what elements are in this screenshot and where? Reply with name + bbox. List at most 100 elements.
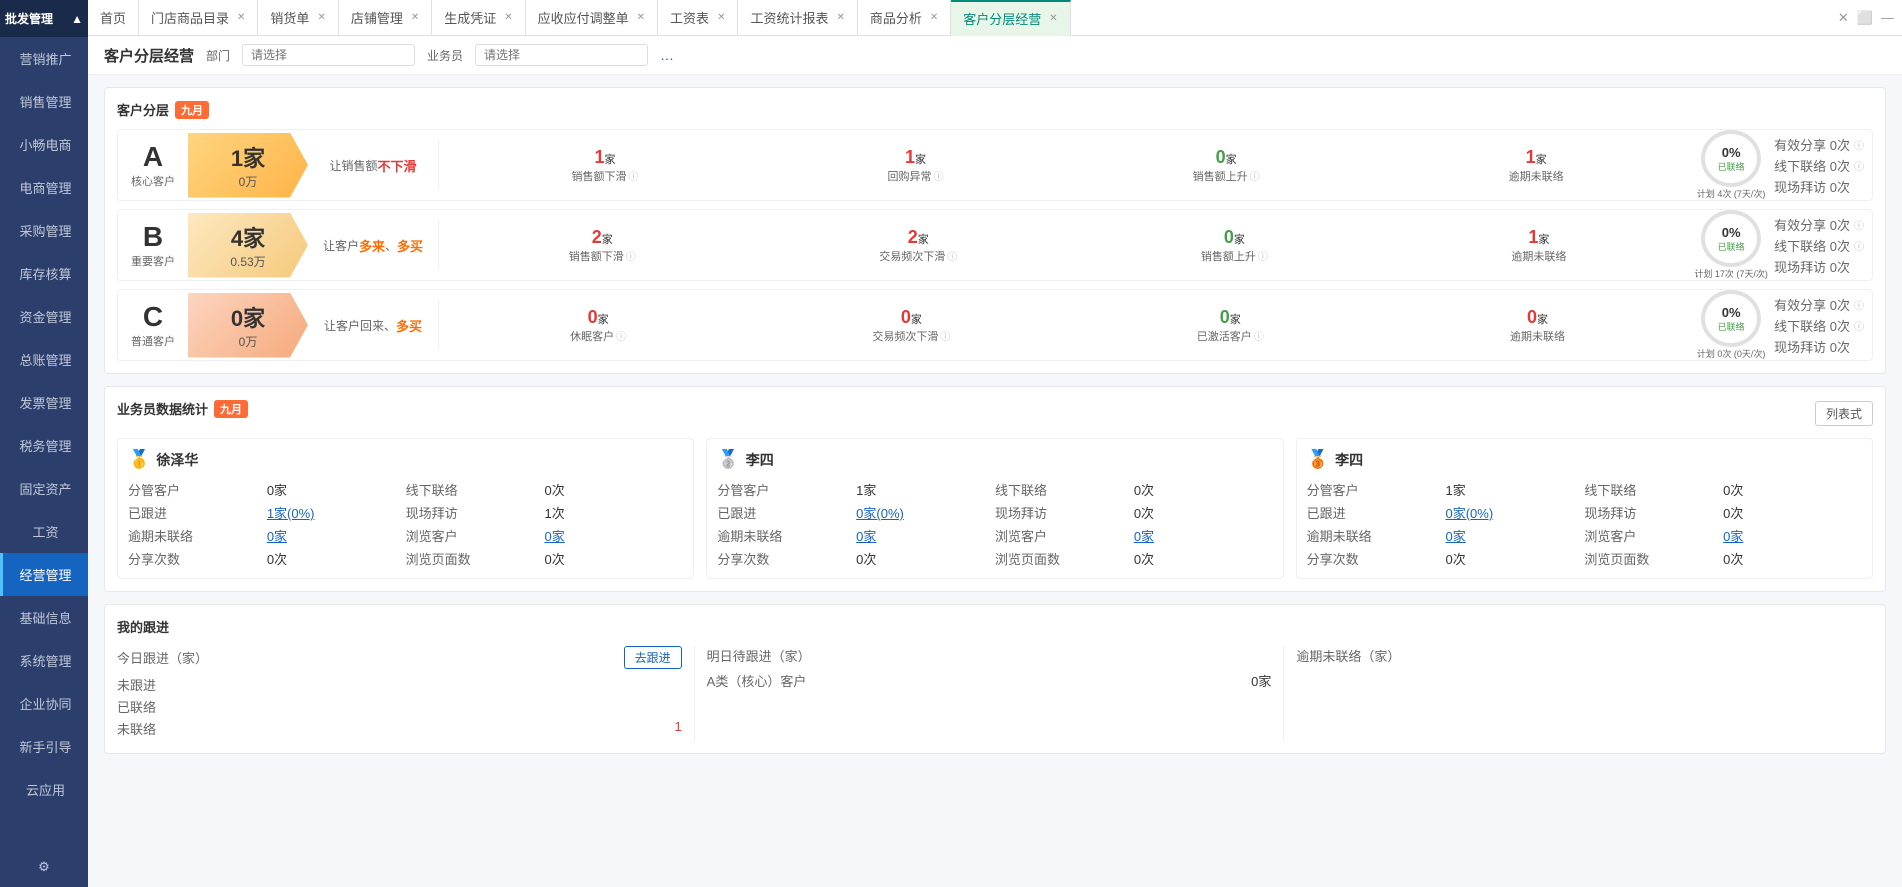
stat-b4[interactable]: 1家 逾期未联络 bbox=[1503, 227, 1574, 264]
stat-c1[interactable]: 0家 休眠客户 ⓘ bbox=[562, 307, 634, 344]
tab-store-mgmt[interactable]: 店铺管理✕ bbox=[339, 0, 432, 36]
sidebar-settings[interactable]: ⚙ bbox=[0, 847, 88, 887]
sidebar-expand-icon: ▲ bbox=[71, 12, 83, 26]
sidebar-item-xcdsh[interactable]: 小畅电商 bbox=[0, 123, 88, 166]
main-area: 首页 门店商品目录✕ 销货单✕ 店铺管理✕ 生成凭证✕ 应收应付调整单✕ 工资表… bbox=[88, 0, 1902, 887]
tier-grid: A 核心客户 1家 0万 让销售额不下滑 1家 销售额下滑 ⓘ bbox=[117, 129, 1873, 361]
close-icon[interactable]: ✕ bbox=[317, 12, 325, 23]
tab-customer-tier[interactable]: 客户分层经营✕ bbox=[951, 0, 1070, 36]
staff-grid: 🥇 徐泽华 分管客户0家 线下联络0次 已跟进1家(0%) 现场拜访1次 逾期未… bbox=[117, 438, 1873, 579]
followup-row-a-core: A类（核心）客户 0家 bbox=[707, 671, 1272, 690]
tier-suggest-c: 让客户回来、多买 bbox=[308, 316, 438, 335]
stat-c4[interactable]: 0家 逾期未联络 bbox=[1502, 307, 1573, 344]
close-icon[interactable]: ✕ bbox=[836, 12, 844, 23]
tab-bar-right: ✕ ⬜ — bbox=[1830, 10, 1902, 26]
tab-bar: 首页 门店商品目录✕ 销货单✕ 店铺管理✕ 生成凭证✕ 应收应付调整单✕ 工资表… bbox=[88, 0, 1902, 36]
tab-payroll-report[interactable]: 工资统计报表✕ bbox=[738, 0, 857, 36]
staff-name-3: 李四 bbox=[1335, 450, 1363, 470]
sidebar-item-dshgl[interactable]: 电商管理 bbox=[0, 166, 88, 209]
list-view-button[interactable]: 列表式 bbox=[1815, 401, 1873, 426]
sidebar-item-xsyd[interactable]: 新手引导 bbox=[0, 725, 88, 768]
tier-count-b: 4家 0.53万 bbox=[188, 213, 308, 278]
followup-title: 我的跟进 bbox=[117, 617, 1873, 636]
tier-label-c: C 普通客户 bbox=[118, 293, 188, 357]
right-stats-b: 有效分享 0次 ⓘ 线下联络 0次 ⓘ 现场拜访 0次 bbox=[1766, 215, 1872, 276]
stat-c3[interactable]: 0家 已激活客户 ⓘ bbox=[1189, 307, 1272, 344]
tab-sales-order[interactable]: 销货单✕ bbox=[258, 0, 338, 36]
circle-a: 0% 已联络 计划 4次 (7天/次) bbox=[1696, 130, 1766, 200]
followup-col-tomorrow: 明日待跟进（家） A类（核心）客户 0家 bbox=[695, 646, 1285, 741]
biz-stats-section: 业务员数据统计 九月 列表式 🥇 徐泽华 分管客户0家 线下联络0次 已跟进1家… bbox=[104, 386, 1886, 592]
staff-table-3: 分管客户1家 线下联络0次 已跟进0家(0%) 现场拜访0次 逾期未联络0家 浏… bbox=[1307, 480, 1862, 568]
sidebar-item-yxtg[interactable]: 营销推广 bbox=[0, 37, 88, 80]
followup-row-yilianl: 已联络 bbox=[117, 697, 682, 716]
stat-a2[interactable]: 1家 回购异常 ⓘ bbox=[880, 147, 952, 184]
tab-payroll[interactable]: 工资表✕ bbox=[658, 0, 738, 36]
page-title: 客户分层经营 bbox=[104, 45, 194, 66]
tier-count-a: 1家 0万 bbox=[188, 133, 308, 198]
sidebar-item-xsgl[interactable]: 销售管理 bbox=[0, 80, 88, 123]
stat-b2[interactable]: 2家 交易频次下滑 ⓘ bbox=[871, 227, 965, 264]
followup-today-title: 今日跟进（家） 去跟进 bbox=[117, 646, 682, 669]
tier-count-c: 0家 0万 bbox=[188, 293, 308, 358]
sidebar-item-yyyg[interactable]: 云应用 bbox=[0, 768, 88, 811]
staff-header-1: 🥇 徐泽华 bbox=[128, 449, 683, 470]
staff-select[interactable] bbox=[475, 44, 648, 66]
followup-overdue-title: 逾期未联络（家） bbox=[1296, 646, 1861, 665]
sidebar-item-jcxx[interactable]: 基础信息 bbox=[0, 596, 88, 639]
tier-label-b: B 重要客户 bbox=[118, 213, 188, 277]
customer-tier-title: 客户分层 九月 bbox=[117, 100, 1873, 119]
staff-label: 业务员 bbox=[427, 47, 463, 64]
tab-home[interactable]: 首页 bbox=[88, 0, 139, 36]
staff-header-2: 🥈 李四 bbox=[717, 449, 1272, 470]
sidebar-item-fpgl[interactable]: 发票管理 bbox=[0, 381, 88, 424]
sidebar-item-cggl[interactable]: 采购管理 bbox=[0, 209, 88, 252]
tab-close-icon[interactable]: ✕ bbox=[1838, 10, 1849, 26]
dept-label: 部门 bbox=[206, 47, 230, 64]
sidebar-item-zjgl[interactable]: 资金管理 bbox=[0, 295, 88, 338]
biz-month-badge: 九月 bbox=[214, 400, 248, 418]
tab-product-analysis[interactable]: 商品分析✕ bbox=[858, 0, 951, 36]
close-icon[interactable]: ✕ bbox=[717, 12, 725, 23]
tab-restore-icon[interactable]: ⬜ bbox=[1857, 10, 1873, 26]
staff-header-3: 🥉 李四 bbox=[1307, 449, 1862, 470]
more-options[interactable]: … bbox=[660, 47, 674, 63]
biz-title: 业务员数据统计 九月 bbox=[117, 399, 248, 418]
close-icon[interactable]: ✕ bbox=[411, 12, 419, 23]
month-badge: 九月 bbox=[175, 101, 209, 119]
sidebar-item-gdcz[interactable]: 固定资产 bbox=[0, 467, 88, 510]
tab-store-products[interactable]: 门店商品目录✕ bbox=[139, 0, 258, 36]
stat-b1[interactable]: 2家 销售额下滑 ⓘ bbox=[561, 227, 644, 264]
staff-name-2: 李四 bbox=[746, 450, 774, 470]
close-icon[interactable]: ✕ bbox=[637, 12, 645, 23]
staff-name-1: 徐泽华 bbox=[156, 450, 198, 470]
close-icon[interactable]: ✕ bbox=[237, 12, 245, 23]
sidebar-item-qyxt[interactable]: 企业协同 bbox=[0, 682, 88, 725]
sidebar-item-gz[interactable]: 工资 bbox=[0, 510, 88, 553]
stat-b3[interactable]: 0家 销售额上升 ⓘ bbox=[1193, 227, 1276, 264]
stat-a3[interactable]: 0家 销售额上升 ⓘ bbox=[1185, 147, 1268, 184]
sidebar-item-zzgl[interactable]: 总账管理 bbox=[0, 338, 88, 381]
tab-gen-voucher[interactable]: 生成凭证✕ bbox=[432, 0, 525, 36]
right-stats-c: 有效分享 0次 ⓘ 线下联络 0次 ⓘ 现场拜访 0次 bbox=[1766, 295, 1872, 356]
sidebar-header[interactable]: 批发管理 ▲ bbox=[0, 0, 88, 37]
close-icon[interactable]: ✕ bbox=[930, 12, 938, 23]
sidebar-title: 批发管理 bbox=[5, 10, 53, 27]
stat-a4[interactable]: 1家 逾期未联络 bbox=[1501, 147, 1572, 184]
sidebar-item-xtgl[interactable]: 系统管理 bbox=[0, 639, 88, 682]
sidebar-item-jygl[interactable]: 经营管理 bbox=[0, 553, 88, 596]
tier-row-c: C 普通客户 0家 0万 让客户回来、多买 0家 休眠客户 ⓘ bbox=[117, 289, 1873, 361]
goto-followup-button[interactable]: 去跟进 bbox=[624, 646, 682, 669]
tab-minimize-icon[interactable]: — bbox=[1881, 10, 1894, 25]
staff-table-1: 分管客户0家 线下联络0次 已跟进1家(0%) 现场拜访1次 逾期未联络0家 浏… bbox=[128, 480, 683, 568]
stat-a1[interactable]: 1家 销售额下滑 ⓘ bbox=[564, 147, 647, 184]
close-icon[interactable]: ✕ bbox=[504, 12, 512, 23]
sidebar-item-swgl[interactable]: 税务管理 bbox=[0, 424, 88, 467]
sidebar-item-kchsl[interactable]: 库存核算 bbox=[0, 252, 88, 295]
sidebar: 批发管理 ▲ 营销推广 销售管理 小畅电商 电商管理 采购管理 库存核算 资金管… bbox=[0, 0, 88, 887]
close-icon[interactable]: ✕ bbox=[1049, 13, 1057, 24]
staff-rank-icon-3: 🥉 bbox=[1307, 449, 1329, 470]
tab-ap-adjust[interactable]: 应收应付调整单✕ bbox=[526, 0, 658, 36]
dept-select[interactable] bbox=[242, 44, 415, 66]
stat-c2[interactable]: 0家 交易频次下滑 ⓘ bbox=[864, 307, 958, 344]
